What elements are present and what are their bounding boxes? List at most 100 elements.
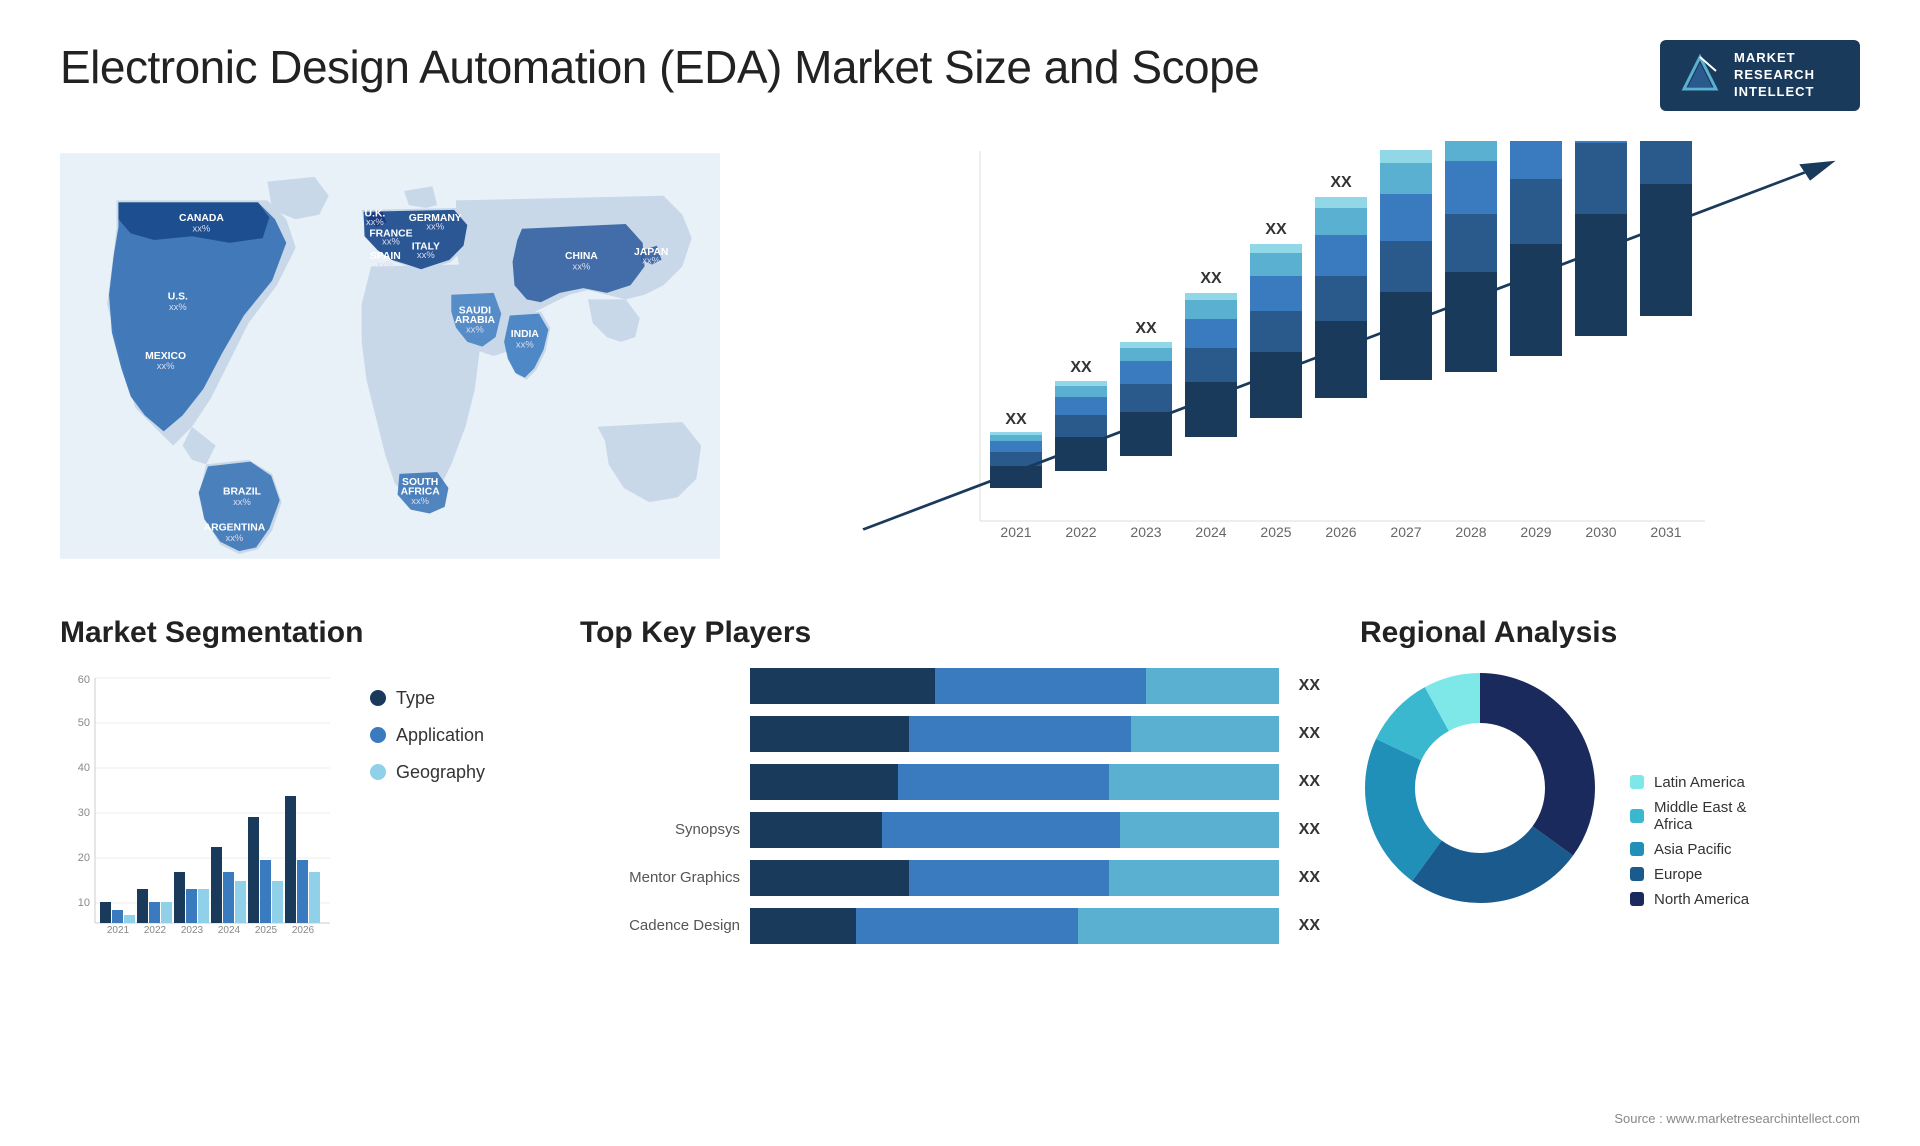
legend-type: Type	[370, 688, 485, 709]
legend-na-label: North America	[1654, 891, 1749, 908]
svg-text:2024: 2024	[1195, 524, 1226, 540]
svg-text:xx%: xx%	[169, 300, 187, 311]
donut-chart	[1360, 668, 1600, 908]
regional-section: Regional Analysis	[1360, 616, 1860, 948]
svg-text:xx%: xx%	[193, 222, 211, 233]
svg-text:xx%: xx%	[466, 323, 484, 334]
svg-text:2024: 2024	[218, 925, 241, 936]
svg-text:2028: 2028	[1455, 524, 1486, 540]
svg-text:2026: 2026	[292, 925, 315, 936]
player-val-2: XX	[1299, 725, 1320, 743]
svg-text:xx%: xx%	[417, 249, 435, 260]
regional-content: Latin America Middle East &Africa Asia P…	[1360, 668, 1860, 908]
svg-text:XX: XX	[1395, 141, 1417, 144]
legend-type-label: Type	[396, 688, 435, 709]
legend-europe: Europe	[1630, 866, 1749, 883]
svg-text:XX: XX	[1005, 411, 1027, 428]
header: Electronic Design Automation (EDA) Marke…	[60, 40, 1860, 111]
svg-text:10: 10	[78, 897, 90, 909]
svg-text:20: 20	[78, 852, 90, 864]
svg-text:2027: 2027	[1390, 524, 1421, 540]
svg-text:xx%: xx%	[642, 254, 660, 265]
svg-text:2021: 2021	[1000, 524, 1031, 540]
seg-legend: Type Application Geography	[370, 668, 485, 783]
svg-text:2023: 2023	[181, 925, 204, 936]
legend-europe-label: Europe	[1654, 866, 1702, 883]
page-title: Electronic Design Automation (EDA) Marke…	[60, 40, 1259, 94]
player-name-mentor: Mentor Graphics	[580, 869, 740, 886]
page: Electronic Design Automation (EDA) Marke…	[0, 0, 1920, 1146]
player-bar-synopsys	[750, 812, 1279, 848]
donut-legend: Latin America Middle East &Africa Asia P…	[1630, 774, 1749, 908]
svg-text:XX: XX	[1330, 174, 1352, 191]
svg-text:xx%: xx%	[426, 220, 444, 231]
legend-geography-dot	[370, 764, 386, 780]
regional-title: Regional Analysis	[1360, 616, 1860, 650]
svg-text:30: 30	[78, 807, 90, 819]
legend-mea-label: Middle East &Africa	[1654, 799, 1747, 833]
player-val-cadence: XX	[1299, 917, 1320, 935]
legend-asia: Asia Pacific	[1630, 841, 1749, 858]
segmentation-section: Market Segmentation 60 50 40 30 20 10	[60, 616, 540, 948]
svg-text:2022: 2022	[144, 925, 167, 936]
player-val-3: XX	[1299, 773, 1320, 791]
svg-text:2023: 2023	[1130, 524, 1161, 540]
svg-text:XX: XX	[1200, 270, 1222, 287]
svg-text:xx%: xx%	[366, 216, 384, 227]
legend-northamerica: North America	[1630, 891, 1749, 908]
key-players-title: Top Key Players	[580, 616, 1320, 650]
player-row-2: XX	[580, 716, 1320, 752]
svg-text:2025: 2025	[255, 925, 278, 936]
legend-latin-label: Latin America	[1654, 774, 1745, 791]
legend-mea: Middle East &Africa	[1630, 799, 1749, 833]
svg-text:XX: XX	[1135, 320, 1157, 337]
bottom-grid: Market Segmentation 60 50 40 30 20 10	[60, 616, 1860, 948]
chart-section: XX 2021 XX 2022	[760, 141, 1860, 576]
svg-text:xx%: xx%	[226, 531, 244, 542]
players-list: XX XX	[580, 668, 1320, 944]
svg-text:XX: XX	[1265, 221, 1287, 238]
legend-application: Application	[370, 725, 485, 746]
svg-text:2029: 2029	[1520, 524, 1551, 540]
logo: MARKET RESEARCH INTELLECT	[1660, 40, 1860, 111]
player-bar-3	[750, 764, 1279, 800]
key-players-section: Top Key Players XX	[580, 616, 1320, 948]
player-bar-mentor	[750, 860, 1279, 896]
legend-na-dot	[1630, 892, 1644, 906]
player-row-1: XX	[580, 668, 1320, 704]
segmentation-title: Market Segmentation	[60, 616, 540, 650]
player-name-synopsys: Synopsys	[580, 821, 740, 838]
player-val-mentor: XX	[1299, 869, 1320, 887]
player-bar-cadence	[750, 908, 1279, 944]
legend-application-dot	[370, 727, 386, 743]
player-row-mentor: Mentor Graphics XX	[580, 860, 1320, 896]
player-val-1: XX	[1299, 677, 1320, 695]
seg-chart: 60 50 40 30 20 10	[60, 668, 340, 948]
player-bar-1	[750, 668, 1279, 704]
player-row-3: XX	[580, 764, 1320, 800]
main-grid: CANADA xx% U.S. xx% MEXICO xx% BRAZIL xx…	[60, 141, 1860, 948]
legend-latin: Latin America	[1630, 774, 1749, 791]
svg-text:xx%: xx%	[376, 258, 394, 269]
svg-text:xx%: xx%	[516, 338, 534, 349]
bar-chart-svg: XX 2021 XX 2022	[780, 141, 1860, 561]
legend-application-label: Application	[396, 725, 484, 746]
world-map: CANADA xx% U.S. xx% MEXICO xx% BRAZIL xx…	[60, 141, 720, 571]
svg-text:xx%: xx%	[157, 360, 175, 371]
legend-asia-label: Asia Pacific	[1654, 841, 1732, 858]
player-name-cadence: Cadence Design	[580, 917, 740, 934]
svg-text:2022: 2022	[1065, 524, 1096, 540]
svg-text:2031: 2031	[1650, 524, 1681, 540]
legend-asia-dot	[1630, 842, 1644, 856]
source-text: Source : www.marketresearchintellect.com	[1614, 1111, 1860, 1126]
legend-type-dot	[370, 690, 386, 706]
svg-text:2025: 2025	[1260, 524, 1291, 540]
player-row-synopsys: Synopsys XX	[580, 812, 1320, 848]
svg-text:2030: 2030	[1585, 524, 1616, 540]
seg-chart-area: 60 50 40 30 20 10	[60, 668, 540, 948]
svg-text:50: 50	[78, 717, 90, 729]
logo-icon	[1678, 53, 1722, 97]
player-row-cadence: Cadence Design XX	[580, 908, 1320, 944]
svg-text:xx%: xx%	[233, 496, 251, 507]
svg-text:XX: XX	[1070, 359, 1092, 376]
